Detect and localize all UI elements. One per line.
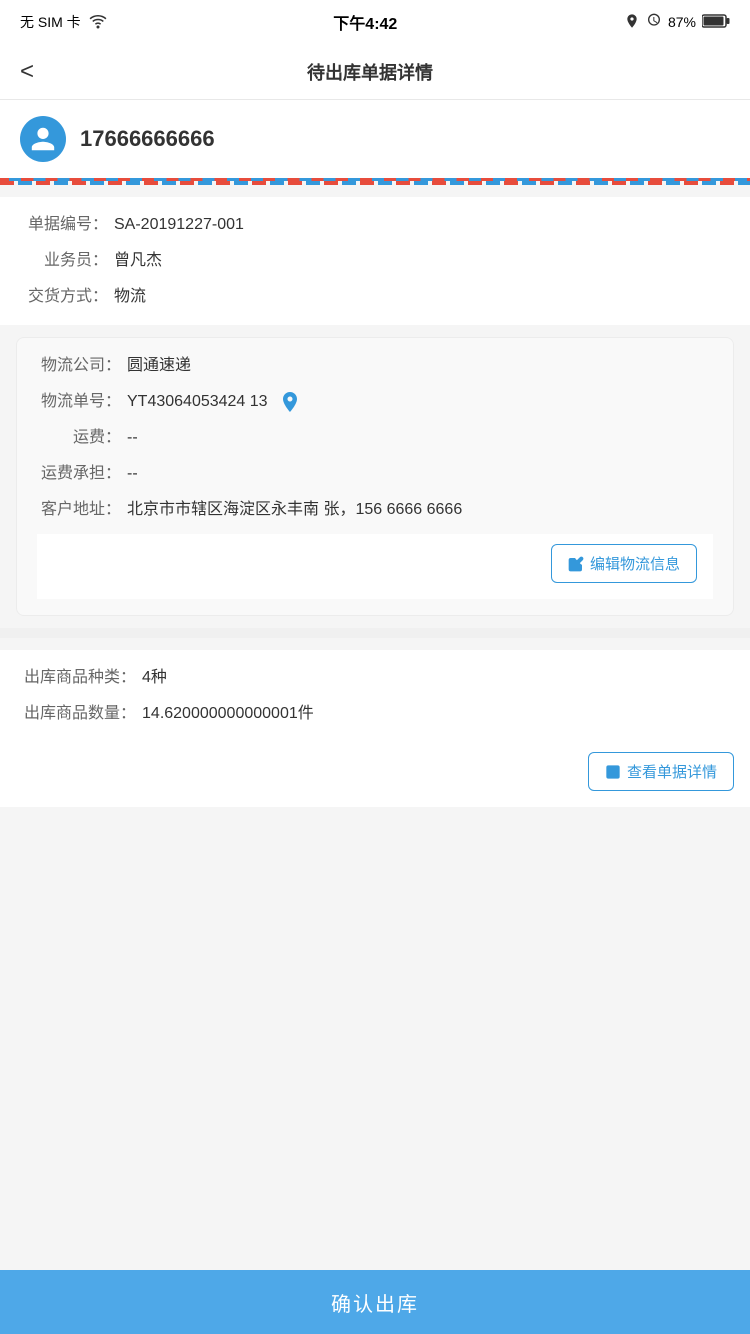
tracking-row: 物流单号： YT43064053424 13 (37, 390, 713, 414)
company-value: 圆通速递 (127, 354, 713, 378)
type-label: 出库商品种类： (24, 666, 142, 690)
staff-row: 业务员： 曾凡杰 (24, 249, 726, 273)
dashed-separator (0, 181, 750, 185)
company-row: 物流公司： 圆通速递 (37, 354, 713, 378)
delivery-label: 交货方式： (24, 285, 114, 309)
status-bar: 无 SIM 卡 下午4:42 87% (0, 0, 750, 44)
tracking-value: YT43064053424 13 (127, 390, 268, 414)
edit-icon (568, 556, 584, 572)
customer-header: 17666666666 (0, 100, 750, 181)
company-label: 物流公司： (37, 354, 127, 378)
carrier-label: 无 SIM 卡 (20, 12, 81, 32)
address-label: 客户地址： (37, 498, 127, 522)
edit-logistics-label: 编辑物流信息 (590, 553, 680, 574)
quantity-row: 出库商品数量： 14.620000000000001件 (24, 702, 726, 726)
type-value: 4种 (142, 666, 726, 690)
delivery-value: 物流 (114, 285, 726, 309)
alarm-icon (646, 13, 662, 32)
address-row: 客户地址： 北京市市辖区海淀区永丰南 张，156 6666 6666 (37, 498, 713, 522)
wifi-icon (89, 12, 107, 33)
customer-phone: 17666666666 (80, 126, 215, 152)
confirm-button[interactable]: 确认出库 (0, 1270, 750, 1334)
logistics-card: 物流公司： 圆通速递 物流单号： YT43064053424 13 运费： --… (16, 337, 734, 616)
type-row: 出库商品种类： 4种 (24, 666, 726, 690)
bottom-bar: 确认出库 (0, 1270, 750, 1334)
doc-no-label: 单据编号： (24, 213, 114, 237)
battery-label: 87% (668, 14, 696, 30)
location-icon (624, 13, 640, 32)
freight-value: -- (127, 426, 713, 450)
quantity-value: 14.620000000000001件 (142, 702, 726, 726)
battery-icon (702, 14, 730, 31)
summary-section: 出库商品种类： 4种 出库商品数量： 14.620000000000001件 (0, 650, 750, 742)
user-icon (29, 125, 57, 153)
status-left: 无 SIM 卡 (20, 12, 107, 33)
back-button[interactable]: < (20, 58, 34, 86)
view-detail-label: 查看单据详情 (627, 761, 717, 782)
tracking-label: 物流单号： (37, 390, 127, 414)
freight-label: 运费： (37, 426, 127, 450)
freight-bear-label: 运费承担： (37, 462, 127, 486)
freight-bear-row: 运费承担： -- (37, 462, 713, 486)
avatar (20, 116, 66, 162)
view-detail-row: 查看单据详情 (0, 742, 750, 807)
quantity-label: 出库商品数量： (24, 702, 142, 726)
section-divider-1 (0, 628, 750, 638)
staff-value: 曾凡杰 (114, 249, 726, 273)
delivery-row: 交货方式： 物流 (24, 285, 726, 309)
staff-label: 业务员： (24, 249, 114, 273)
tracking-value-row: YT43064053424 13 (127, 390, 713, 414)
view-detail-button[interactable]: 查看单据详情 (588, 752, 734, 791)
edit-logistics-button[interactable]: 编辑物流信息 (551, 544, 697, 583)
freight-row: 运费： -- (37, 426, 713, 450)
status-time: 下午4:42 (333, 10, 397, 34)
nav-bar: < 待出库单据详情 (0, 44, 750, 100)
content-spacer (0, 807, 750, 927)
doc-no-value: SA-20191227-001 (114, 213, 726, 237)
page-title: 待出库单据详情 (50, 59, 690, 85)
freight-bear-value: -- (127, 462, 713, 486)
list-icon (605, 764, 621, 780)
doc-no-row: 单据编号： SA-20191227-001 (24, 213, 726, 237)
address-value: 北京市市辖区海淀区永丰南 张，156 6666 6666 (127, 498, 713, 522)
edit-logistics-row: 编辑物流信息 (37, 534, 713, 599)
status-right: 87% (624, 13, 730, 32)
basic-info-section: 单据编号： SA-20191227-001 业务员： 曾凡杰 交货方式： 物流 (0, 197, 750, 325)
location-pin-icon[interactable] (278, 390, 302, 414)
